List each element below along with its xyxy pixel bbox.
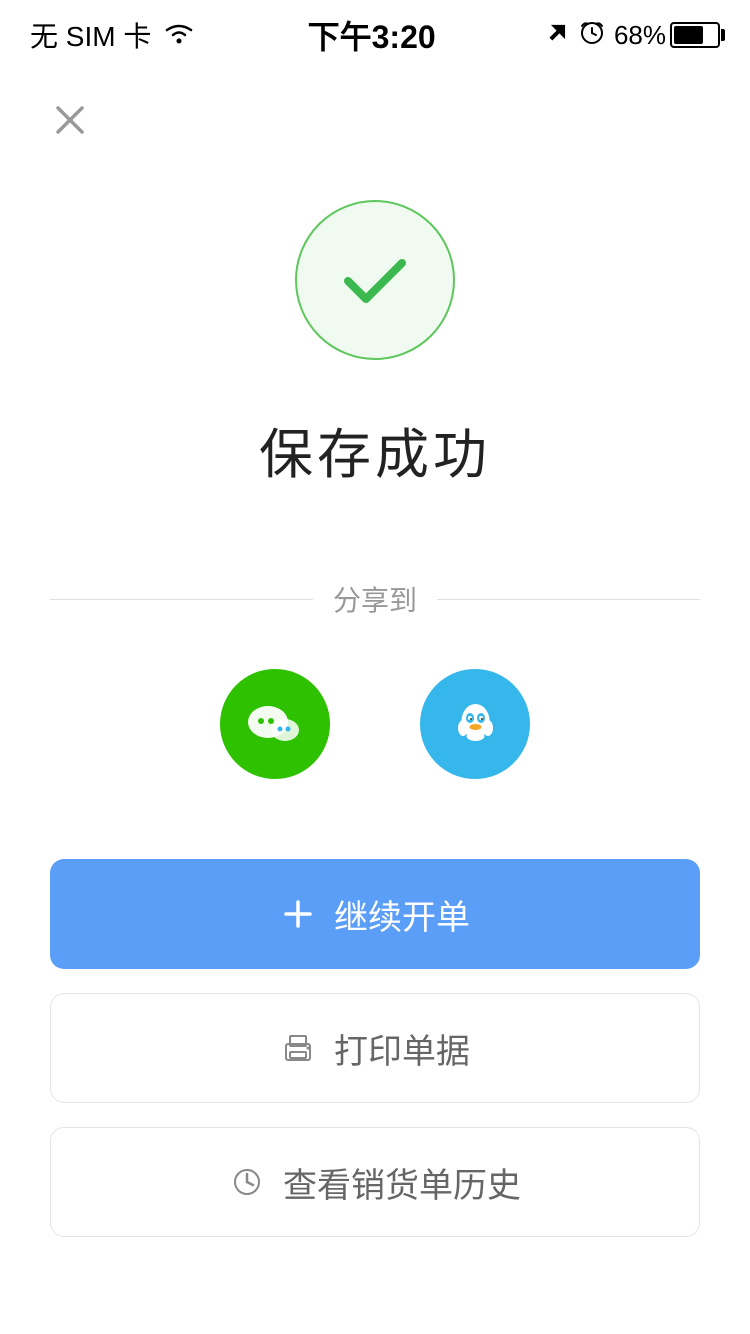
continue-order-button[interactable]: 继续开单 [50,859,700,969]
status-time: 下午3:20 [308,12,436,58]
divider-line-left [50,599,313,600]
status-right: 68% [546,18,720,53]
status-carrier: 无 SIM 卡 [30,15,197,55]
battery-indicator: 68% [614,20,720,51]
plus-icon [280,896,316,932]
share-divider: 分享到 [50,579,700,619]
view-history-button[interactable]: 查看销货单历史 [50,1127,700,1237]
qq-share-button[interactable] [420,669,530,779]
print-receipt-button[interactable]: 打印单据 [50,993,700,1103]
status-bar: 无 SIM 卡 下午3:20 [0,0,750,70]
main-content: 保存成功 分享到 [0,70,750,1334]
share-label: 分享到 [333,579,417,619]
success-title: 保存成功 [259,410,491,489]
location-icon [546,20,570,51]
close-button[interactable] [40,90,100,150]
divider-line-right [437,599,700,600]
success-section: 保存成功 [259,200,491,489]
share-section: 分享到 [50,579,700,779]
share-icons [50,669,700,779]
wechat-share-button[interactable] [220,669,330,779]
wifi-icon [161,18,197,53]
clock-icon [229,1164,265,1200]
alarm-icon [578,18,606,53]
printer-icon [280,1030,316,1066]
action-buttons: 继续开单 打印单据 查看销货单历史 [50,859,700,1237]
success-check-circle [295,200,455,360]
